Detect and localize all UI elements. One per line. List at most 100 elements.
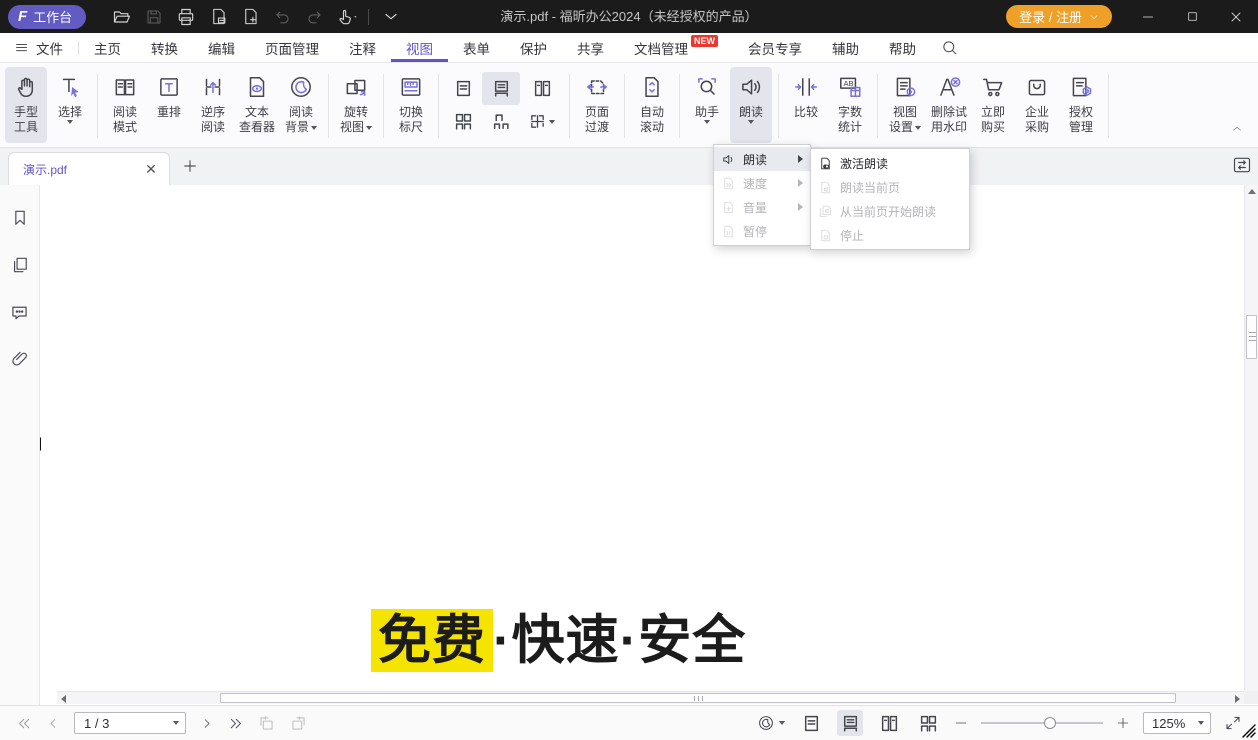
menu-item-read-from-current-page[interactable]: 从当前页开始朗读	[811, 199, 969, 223]
previous-view-icon[interactable]	[257, 714, 276, 733]
maximize-button[interactable]	[1170, 0, 1214, 33]
split-view-button[interactable]	[520, 105, 564, 138]
comments-panel-icon[interactable]	[9, 301, 31, 323]
pages-panel-icon[interactable]	[9, 254, 31, 276]
auto-scroll-button[interactable]: 自动滚动	[631, 67, 673, 143]
facing-continuous-layout-button[interactable]	[444, 105, 482, 138]
zoom-slider-thumb[interactable]	[1044, 717, 1056, 729]
minimize-button[interactable]	[1126, 0, 1170, 33]
scroll-left-arrow[interactable]	[61, 695, 66, 703]
menu-home[interactable]: 主页	[79, 33, 136, 62]
view-settings-button[interactable]: 视图设置	[884, 67, 926, 143]
vertical-scroll-thumb[interactable]	[1246, 315, 1257, 359]
reading-background-button[interactable]: 阅读背景	[280, 67, 322, 143]
previous-page-icon[interactable]	[46, 716, 61, 731]
menu-document-management[interactable]: 文档管理 NEW	[619, 33, 733, 62]
first-page-icon[interactable]	[16, 715, 33, 732]
document-tab[interactable]: 演示.pdf ✕	[8, 152, 170, 185]
menu-help[interactable]: 帮助	[874, 33, 931, 62]
continuous-layout-button[interactable]	[482, 72, 520, 105]
pointer-mode-icon[interactable]	[330, 4, 362, 30]
swap-view-icon[interactable]	[1232, 155, 1252, 180]
collapse-ribbon-icon[interactable]	[1230, 122, 1244, 141]
next-page-icon[interactable]	[199, 716, 214, 731]
single-page-view-icon[interactable]	[798, 710, 824, 736]
customize-toolbar-icon[interactable]	[375, 4, 407, 30]
menu-item-volume[interactable]: 音量	[714, 195, 810, 219]
undo-icon[interactable]	[266, 4, 298, 30]
menu-form[interactable]: 表单	[448, 33, 505, 62]
read-aloud-button[interactable]: 朗读	[730, 67, 772, 143]
dropdown-caret-icon	[915, 126, 921, 130]
attachments-panel-icon[interactable]	[9, 348, 31, 370]
horizontal-scroll-thumb[interactable]	[220, 693, 1176, 703]
print-icon[interactable]	[170, 4, 202, 30]
menu-file[interactable]: 文件	[0, 33, 78, 62]
new-tab-icon[interactable]	[182, 158, 198, 179]
menu-view[interactable]: 视图	[391, 33, 448, 62]
night-mode-icon[interactable]	[757, 714, 785, 732]
assistant-button[interactable]: 助手	[686, 67, 728, 143]
fullscreen-icon[interactable]	[1224, 714, 1242, 732]
reverse-reading-button[interactable]: 逆序阅读	[192, 67, 234, 143]
reflow-button[interactable]: 重排	[148, 67, 190, 143]
menu-item-read-aloud[interactable]: 朗读	[714, 147, 810, 171]
svg-text:AB: AB	[844, 79, 854, 88]
facing-continuous-view-icon[interactable]	[915, 710, 941, 736]
rotate-view-button[interactable]: 旋转视图	[335, 67, 377, 143]
bookmarks-panel-icon[interactable]	[9, 207, 31, 229]
menu-item-activate-read-aloud[interactable]: 激活朗读	[811, 151, 969, 175]
select-button[interactable]: 选择	[49, 67, 91, 143]
continuous-view-icon[interactable]	[837, 710, 863, 736]
hand-tool-button[interactable]: 手型工具	[5, 67, 47, 143]
menu-share[interactable]: 共享	[562, 33, 619, 62]
zoom-in-icon[interactable]	[1116, 716, 1130, 730]
menu-page-management[interactable]: 页面管理	[250, 33, 334, 62]
zoom-level-combobox[interactable]: 125%	[1143, 712, 1211, 734]
new-page-icon[interactable]	[234, 4, 266, 30]
menu-item-speed[interactable]: 速度	[714, 171, 810, 195]
workspace-button[interactable]: F 工作台	[8, 5, 86, 29]
toggle-ruler-button[interactable]: 切换标尺	[390, 67, 432, 143]
page-number-combobox[interactable]: 1 / 3	[74, 712, 186, 734]
enterprise-purchase-button[interactable]: 企业采购	[1016, 67, 1058, 143]
menu-edit[interactable]: 编辑	[193, 33, 250, 62]
scroll-right-arrow[interactable]	[1235, 695, 1240, 703]
horizontal-scrollbar[interactable]	[57, 691, 1244, 704]
menu-accessibility[interactable]: 辅助	[817, 33, 874, 62]
login-register-button[interactable]: 登录 / 注册	[1006, 5, 1112, 28]
menu-item-stop[interactable]: 停止	[811, 223, 969, 247]
menu-item-pause[interactable]: 暂停	[714, 219, 810, 243]
open-file-icon[interactable]	[106, 4, 138, 30]
remove-trial-watermark-button[interactable]: 删除试用水印	[928, 67, 970, 143]
word-count-button[interactable]: AB 字数统计	[829, 67, 871, 143]
page-export-icon[interactable]	[202, 4, 234, 30]
menu-member-exclusive[interactable]: 会员专享	[733, 33, 817, 62]
text-viewer-button[interactable]: 文本查看器	[236, 67, 278, 143]
facing-view-icon[interactable]	[876, 710, 902, 736]
menu-convert[interactable]: 转换	[136, 33, 193, 62]
scroll-up-arrow[interactable]	[1248, 189, 1256, 194]
zoom-out-icon[interactable]	[954, 716, 968, 730]
close-button[interactable]	[1214, 0, 1258, 33]
tab-close-icon[interactable]: ✕	[143, 161, 159, 178]
reading-mode-button[interactable]: 阅读模式	[104, 67, 146, 143]
zoom-slider[interactable]	[981, 716, 1103, 730]
compare-button[interactable]: 比较	[785, 67, 827, 143]
next-view-icon[interactable]	[289, 714, 308, 733]
facing-layout-button[interactable]	[520, 72, 564, 105]
buy-now-button[interactable]: 立即购买	[972, 67, 1014, 143]
search-icon[interactable]	[931, 33, 968, 62]
redo-icon[interactable]	[298, 4, 330, 30]
page-transition-button[interactable]: 页面过渡	[576, 67, 618, 143]
window-resize-grip[interactable]	[1242, 724, 1256, 738]
license-management-button[interactable]: 授权管理	[1060, 67, 1102, 143]
last-page-icon[interactable]	[227, 715, 244, 732]
menu-protect[interactable]: 保护	[505, 33, 562, 62]
menu-item-read-current-page[interactable]: 朗读当前页	[811, 175, 969, 199]
save-icon[interactable]	[138, 4, 170, 30]
single-page-layout-button[interactable]	[444, 72, 482, 105]
vertical-scrollbar[interactable]	[1244, 185, 1258, 691]
separate-cover-layout-button[interactable]	[482, 105, 520, 138]
menu-comment[interactable]: 注释	[334, 33, 391, 62]
